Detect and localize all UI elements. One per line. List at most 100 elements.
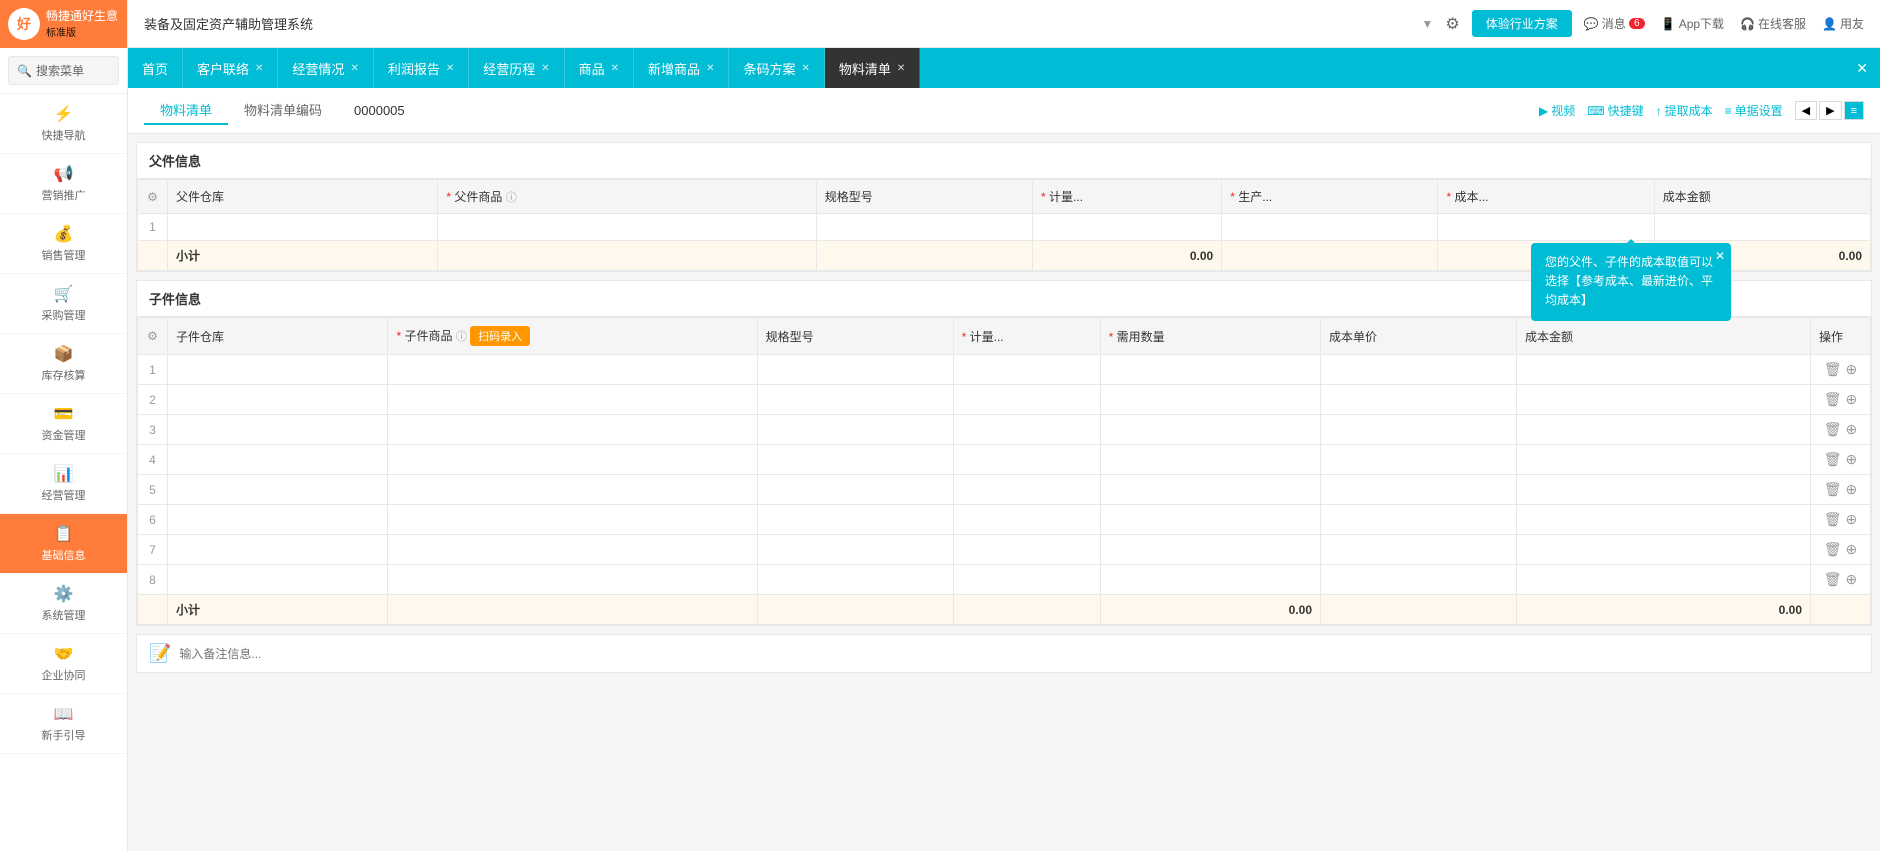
child-row-3-product[interactable] xyxy=(388,415,757,445)
child-row-8-unit[interactable] xyxy=(953,565,1100,595)
child-row-4-delete-icon[interactable]: 🗑 xyxy=(1824,451,1842,468)
child-row-8-warehouse[interactable] xyxy=(168,565,388,595)
child-row-8-delete-icon[interactable]: 🗑 xyxy=(1824,571,1842,588)
child-row-6-unit[interactable] xyxy=(953,505,1100,535)
child-row-1-warehouse[interactable] xyxy=(168,355,388,385)
child-row-2-product[interactable] xyxy=(388,385,757,415)
child-row-4-product[interactable] xyxy=(388,445,757,475)
note-input[interactable] xyxy=(179,647,1859,661)
tooltip-close-icon[interactable]: ✕ xyxy=(1715,247,1725,266)
app-download-action[interactable]: 📱 App下载 xyxy=(1661,15,1724,32)
child-row-6-spec[interactable] xyxy=(757,505,953,535)
child-row-2-unit-cost[interactable] xyxy=(1321,385,1517,415)
tab-product-close-icon[interactable]: ✕ xyxy=(611,63,619,74)
sidebar-item-inventory[interactable]: 📦 库存核算 xyxy=(0,334,127,394)
child-row-1-copy-icon[interactable]: ⊕ xyxy=(1846,361,1858,378)
parent-row-1-warehouse[interactable] xyxy=(168,214,438,241)
child-row-7-unit[interactable] xyxy=(953,535,1100,565)
child-row-6-product[interactable] xyxy=(388,505,757,535)
child-row-2-quantity[interactable] xyxy=(1100,385,1320,415)
child-row-2-warehouse[interactable] xyxy=(168,385,388,415)
child-col-gear-icon[interactable]: ⚙ xyxy=(147,329,158,343)
child-row-5-quantity[interactable] xyxy=(1100,475,1320,505)
tab-barcode-close-icon[interactable]: ✕ xyxy=(801,63,809,74)
child-row-8-spec[interactable] xyxy=(757,565,953,595)
child-row-6-warehouse[interactable] xyxy=(168,505,388,535)
child-row-4-warehouse[interactable] xyxy=(168,445,388,475)
child-row-6-quantity[interactable] xyxy=(1100,505,1320,535)
child-row-3-unit-cost[interactable] xyxy=(1321,415,1517,445)
sidebar-item-quicknav[interactable]: ⚡ 快捷导航 xyxy=(0,94,127,154)
tab-new-product[interactable]: 新增商品 ✕ xyxy=(634,48,729,88)
parent-row-1-unit[interactable] xyxy=(1033,214,1222,241)
child-row-4-unit-cost[interactable] xyxy=(1321,445,1517,475)
child-row-8-quantity[interactable] xyxy=(1100,565,1320,595)
child-row-3-spec[interactable] xyxy=(757,415,953,445)
child-row-5-warehouse[interactable] xyxy=(168,475,388,505)
child-row-4-spec[interactable] xyxy=(757,445,953,475)
tab-bom-close-icon[interactable]: ✕ xyxy=(897,63,905,74)
child-row-5-delete-icon[interactable]: 🗑 xyxy=(1824,481,1842,498)
sidebar-item-sales[interactable]: 💰 销售管理 xyxy=(0,214,127,274)
child-row-7-unit-cost[interactable] xyxy=(1321,535,1517,565)
child-row-2-delete-icon[interactable]: 🗑 xyxy=(1824,391,1842,408)
search-menu-button[interactable]: 🔍 搜索菜单 xyxy=(8,56,119,85)
nav-next-button[interactable]: ▶ xyxy=(1819,101,1841,120)
child-row-7-copy-icon[interactable]: ⊕ xyxy=(1846,541,1858,558)
nav-close-all-icon[interactable]: ✕ xyxy=(1844,60,1880,77)
sidebar-item-operations[interactable]: 📊 经营管理 xyxy=(0,454,127,514)
scan-btn[interactable]: 扫码录入 xyxy=(470,326,530,346)
child-row-1-unit-cost[interactable] xyxy=(1321,355,1517,385)
extract-cost-action[interactable]: ↑ 提取成本 xyxy=(1656,102,1713,119)
parent-row-1-spec[interactable] xyxy=(816,214,1032,241)
child-row-2-copy-icon[interactable]: ⊕ xyxy=(1846,391,1858,408)
child-row-7-warehouse[interactable] xyxy=(168,535,388,565)
tab-operation-close-icon[interactable]: ✕ xyxy=(350,63,358,74)
tab-home[interactable]: 首页 xyxy=(128,48,183,88)
tab-profit[interactable]: 利润报告 ✕ xyxy=(374,48,469,88)
tab-new-product-close-icon[interactable]: ✕ xyxy=(706,63,714,74)
tab-barcode[interactable]: 条码方案 ✕ xyxy=(729,48,824,88)
tab-customer[interactable]: 客户联络 ✕ xyxy=(183,48,278,88)
sidebar-item-system[interactable]: ⚙️ 系统管理 xyxy=(0,574,127,634)
child-row-3-quantity[interactable] xyxy=(1100,415,1320,445)
parent-row-1-product[interactable] xyxy=(438,214,816,241)
child-row-3-unit[interactable] xyxy=(953,415,1100,445)
child-row-8-product[interactable] xyxy=(388,565,757,595)
child-row-1-delete-icon[interactable]: 🗑 xyxy=(1824,361,1842,378)
child-row-1-product[interactable] xyxy=(388,355,757,385)
sidebar-item-cooperation[interactable]: 🤝 企业协同 xyxy=(0,634,127,694)
tab-history[interactable]: 经营历程 ✕ xyxy=(469,48,564,88)
experience-btn[interactable]: 体验行业方案 xyxy=(1472,10,1572,37)
child-row-3-warehouse[interactable] xyxy=(168,415,388,445)
child-row-5-copy-icon[interactable]: ⊕ xyxy=(1846,481,1858,498)
child-row-5-unit[interactable] xyxy=(953,475,1100,505)
shortcut-action[interactable]: ⌨ 快捷键 xyxy=(1587,102,1643,119)
view-action[interactable]: ▶ 视频 xyxy=(1539,102,1575,119)
child-row-1-unit[interactable] xyxy=(953,355,1100,385)
child-row-6-copy-icon[interactable]: ⊕ xyxy=(1846,511,1858,528)
parent-row-1-cost[interactable] xyxy=(1438,214,1654,241)
message-action[interactable]: 💬 消息 6 xyxy=(1584,15,1645,32)
child-row-4-quantity[interactable] xyxy=(1100,445,1320,475)
tab-profit-close-icon[interactable]: ✕ xyxy=(446,63,454,74)
sidebar-item-finance[interactable]: 💳 资金管理 xyxy=(0,394,127,454)
sidebar-item-purchase[interactable]: 🛒 采购管理 xyxy=(0,274,127,334)
child-row-2-unit[interactable] xyxy=(953,385,1100,415)
child-row-6-delete-icon[interactable]: 🗑 xyxy=(1824,511,1842,528)
child-row-1-quantity[interactable] xyxy=(1100,355,1320,385)
page-header-tab-bom[interactable]: 物料清单 xyxy=(144,96,228,125)
settings-gear-icon[interactable]: ⚙ xyxy=(1445,14,1459,34)
child-row-7-spec[interactable] xyxy=(757,535,953,565)
child-row-5-spec[interactable] xyxy=(757,475,953,505)
child-row-8-unit-cost[interactable] xyxy=(1321,565,1517,595)
online-service-action[interactable]: 🎧 在线客服 xyxy=(1740,15,1806,32)
parent-row-1-produce[interactable] xyxy=(1222,214,1438,241)
page-header-tab-code[interactable]: 物料清单编码 xyxy=(228,96,338,125)
child-row-5-unit-cost[interactable] xyxy=(1321,475,1517,505)
tab-product[interactable]: 商品 ✕ xyxy=(565,48,634,88)
child-row-4-unit[interactable] xyxy=(953,445,1100,475)
grid-view-button[interactable]: ≡ xyxy=(1844,101,1864,120)
single-setting-action[interactable]: ≡ 单据设置 xyxy=(1725,102,1783,119)
child-row-4-copy-icon[interactable]: ⊕ xyxy=(1846,451,1858,468)
